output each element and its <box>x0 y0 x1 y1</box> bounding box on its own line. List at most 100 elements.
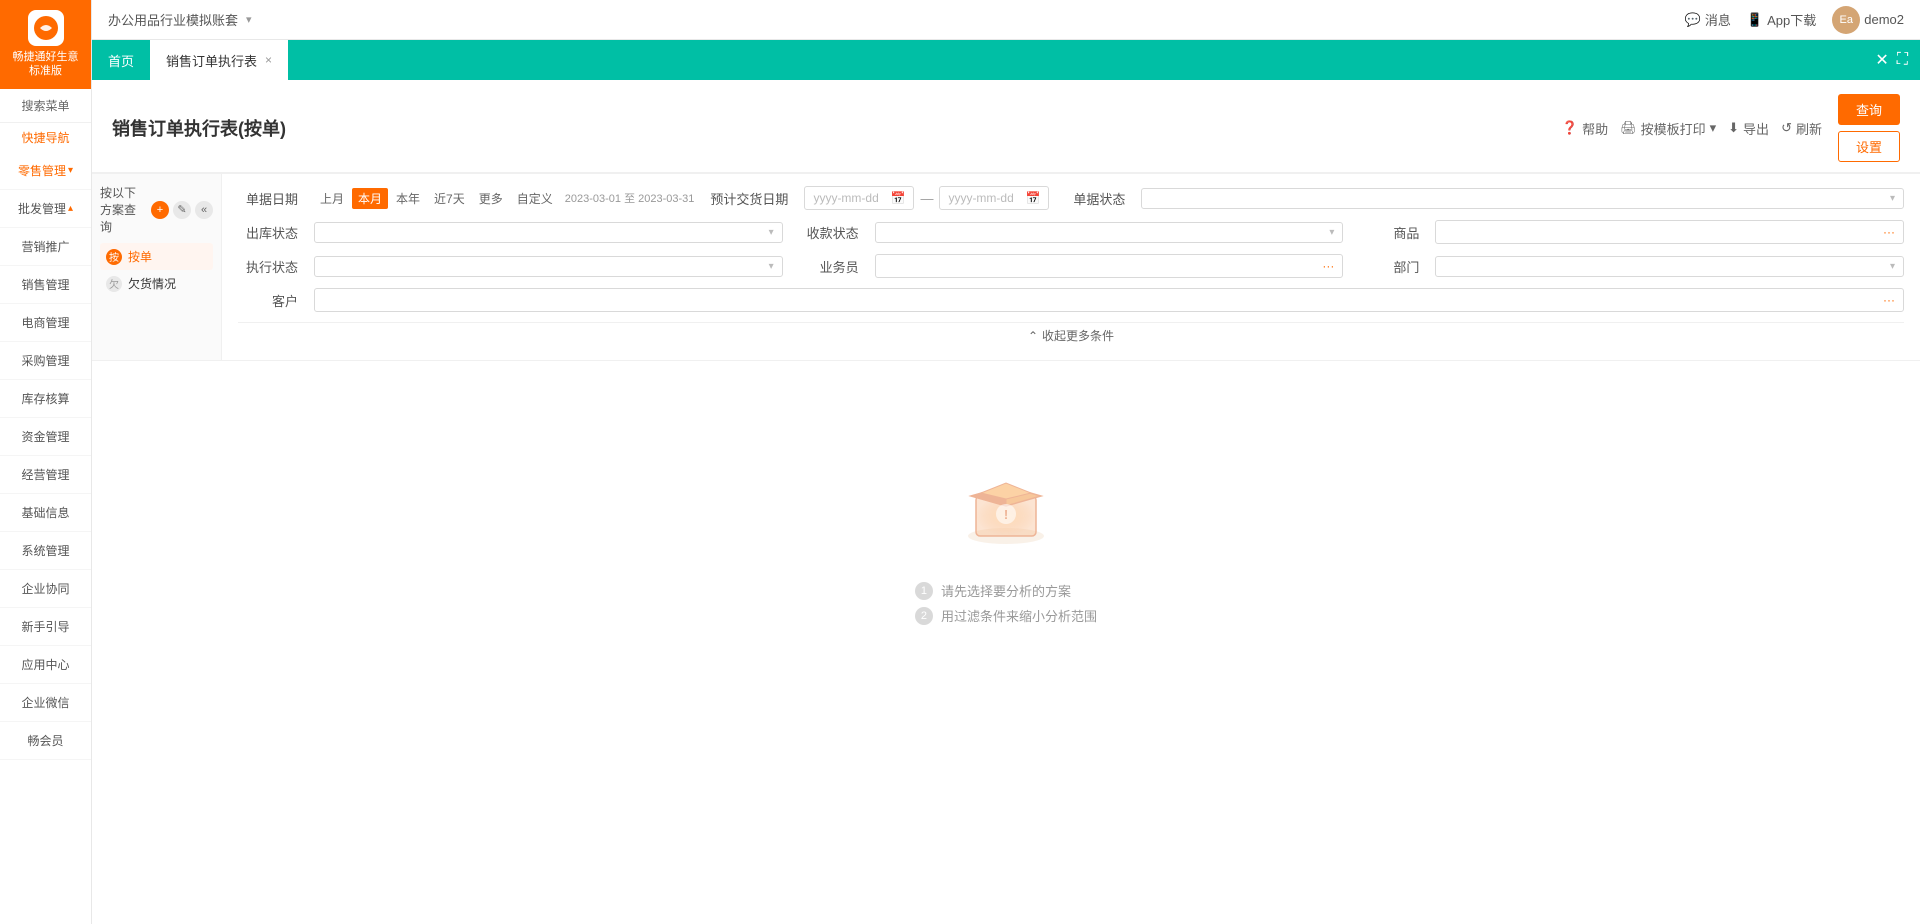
refresh-icon: ↺ <box>1781 120 1792 136</box>
sidebar-item-appstore[interactable]: 应用中心 <box>0 646 91 684</box>
tab-home[interactable]: 首页 <box>92 40 150 80</box>
page-inner: 销售订单执行表(按单) ❓ 帮助 🖨 按模板打印 ▾ ⬇ <box>92 80 1920 924</box>
doc-status-select[interactable]: ▾ <box>1141 188 1904 209</box>
expected-date-start[interactable]: yyyy-mm-dd 📅 <box>804 186 914 210</box>
message-label: 消息 <box>1705 10 1731 29</box>
filter-row-2: 出库状态 ▾ 收款状态 ▾ 商品 ··· <box>238 220 1904 244</box>
breadcrumb-text: 办公用品行业模拟账套 <box>108 10 238 29</box>
empty-step-1: 1 请先选择要分析的方案 <box>915 581 1097 600</box>
dept-select[interactable]: ▾ <box>1435 256 1904 277</box>
quick-nav[interactable]: 快捷导航 <box>0 123 91 152</box>
app-name: 畅捷通好生意 <box>13 50 79 64</box>
username-label: demo2 <box>1864 12 1904 27</box>
avatar-text: Ea <box>1840 14 1853 26</box>
sidebar-item-finance[interactable]: 资金管理 <box>0 418 91 456</box>
app-download-button[interactable]: 📱 App下载 <box>1747 10 1816 29</box>
customer-input[interactable]: ··· <box>314 288 1904 312</box>
step1-label: 请先选择要分析的方案 <box>941 581 1071 600</box>
date-tabs-group: 上月 本月 本年 近7天 更多 自定义 2023-03-01 至 2023-03… <box>314 188 694 209</box>
goods-input[interactable]: ··· <box>1435 220 1904 244</box>
scheme-item-label-按单: 按单 <box>128 248 152 265</box>
salesperson-input[interactable]: ··· <box>875 254 1344 278</box>
sidebar-item-system[interactable]: 系统管理 <box>0 532 91 570</box>
sidebar-item-newbie[interactable]: 新手引导 <box>0 608 91 646</box>
sidebar-item-ecommerce[interactable]: 电商管理 <box>0 304 91 342</box>
collapse-button[interactable]: ⌃ 收起更多条件 <box>238 322 1904 348</box>
query-button[interactable]: 查询 <box>1838 94 1900 125</box>
filter-row-4: 客户 ··· <box>238 288 1904 312</box>
step2-label: 用过滤条件来缩小分析范围 <box>941 606 1097 625</box>
tab-bar-window-actions: ✕ ⛶ <box>1863 50 1920 70</box>
sidebar-item-enterprise[interactable]: 企业协同 <box>0 570 91 608</box>
date-tab-7days[interactable]: 近7天 <box>428 188 471 209</box>
date-tab-this-month[interactable]: 本月 <box>352 188 388 209</box>
sidebar-item-wholesale[interactable]: 批发管理 ▴ <box>0 190 91 228</box>
svg-text:!: ! <box>1004 507 1008 522</box>
sidebar-item-marketing[interactable]: 营销推广 <box>0 228 91 266</box>
expected-date-end[interactable]: yyyy-mm-dd 📅 <box>939 186 1049 210</box>
print-button[interactable]: 🖨 按模板打印 ▾ <box>1620 119 1716 138</box>
date-tab-this-year[interactable]: 本年 <box>390 188 426 209</box>
delivery-select[interactable]: ▾ <box>314 222 783 243</box>
app-download-label: App下载 <box>1767 10 1816 29</box>
empty-illustration: ! <box>946 441 1066 561</box>
sidebar-search[interactable]: 搜索菜单 <box>0 89 91 123</box>
query-actions: 查询 设置 <box>1838 94 1900 162</box>
export-button[interactable]: ⬇ 导出 <box>1728 119 1769 138</box>
date-tab-more[interactable]: 更多 <box>473 188 509 209</box>
tab-active-label: 销售订单执行表 <box>166 51 257 70</box>
header-right-actions: 💬 消息 📱 App下载 Ea demo2 <box>1685 6 1904 34</box>
sidebar-item-sales[interactable]: 销售管理 <box>0 266 91 304</box>
date-tab-last-month[interactable]: 上月 <box>314 188 350 209</box>
message-button[interactable]: 💬 消息 <box>1685 10 1731 29</box>
tab-close-icon[interactable]: × <box>265 53 272 67</box>
scheme-active-icon: 按 <box>106 249 122 265</box>
sidebar-item-member[interactable]: 畅会员 <box>0 722 91 760</box>
exec-label: 执行状态 <box>238 257 298 276</box>
breadcrumb-area: 办公用品行业模拟账套 ▾ <box>108 10 252 29</box>
empty-steps: 1 请先选择要分析的方案 2 用过滤条件来缩小分析范围 <box>915 581 1097 631</box>
main-area: 办公用品行业模拟账套 ▾ 💬 消息 📱 App下载 Ea demo2 首页 <box>92 0 1920 924</box>
help-button[interactable]: ❓ 帮助 <box>1562 119 1608 138</box>
print-dropdown-icon[interactable]: ▾ <box>1710 120 1717 136</box>
empty-step-2: 2 用过滤条件来缩小分析范围 <box>915 606 1097 625</box>
filter-row-1: 单据日期 上月 本月 本年 近7天 更多 自定义 2023-03-01 至 20… <box>238 186 1904 210</box>
quick-nav-label: 快捷导航 <box>21 131 69 145</box>
payment-select[interactable]: ▾ <box>875 222 1344 243</box>
window-close-button[interactable]: ✕ <box>1875 50 1888 70</box>
sidebar-item-purchase[interactable]: 采购管理 <box>0 342 91 380</box>
sidebar-item-retail[interactable]: 零售管理 ▾ <box>0 152 91 190</box>
scheme-item-欠货[interactable]: 欠 欠货情况 <box>100 270 213 297</box>
date-label: 单据日期 <box>238 189 298 208</box>
date-tab-custom[interactable]: 自定义 <box>511 188 559 209</box>
window-maximize-button[interactable]: ⛶ <box>1897 51 1908 69</box>
dept-label: 部门 <box>1359 257 1419 276</box>
sidebar-menu: 零售管理 ▾ 批发管理 ▴ 营销推广 销售管理 电商管理 采购管理 库存核算 资… <box>0 152 91 924</box>
app-download-icon: 📱 <box>1747 12 1763 28</box>
search-panel: 按以下方案查询 + ✎ « 按 按单 欠 欠货情况 <box>92 174 1920 360</box>
step1-num: 1 <box>915 582 933 600</box>
message-icon: 💬 <box>1685 12 1701 28</box>
page-header-actions: ❓ 帮助 🖨 按模板打印 ▾ ⬇ 导出 ↺ <box>1562 119 1822 138</box>
scheme-header: 按以下方案查询 + ✎ « <box>100 184 213 235</box>
breadcrumb-dropdown-icon[interactable]: ▾ <box>246 13 252 26</box>
payment-label: 收款状态 <box>799 223 859 242</box>
scheme-collapse-button[interactable]: « <box>195 201 213 219</box>
user-avatar: Ea <box>1832 6 1860 34</box>
user-menu[interactable]: Ea demo2 <box>1832 6 1904 34</box>
collapse-label: 收起更多条件 <box>1042 327 1114 344</box>
refresh-button[interactable]: ↺ 刷新 <box>1781 119 1822 138</box>
exec-select[interactable]: ▾ <box>314 256 783 277</box>
tab-active[interactable]: 销售订单执行表 × <box>150 40 288 80</box>
sidebar-item-inventory[interactable]: 库存核算 <box>0 380 91 418</box>
salesperson-label: 业务员 <box>799 257 859 276</box>
filter-row-3: 执行状态 ▾ 业务员 ··· 部门 ▾ <box>238 254 1904 278</box>
scheme-edit-button[interactable]: ✎ <box>173 201 191 219</box>
scheme-add-button[interactable]: + <box>151 201 169 219</box>
sidebar-item-wechat[interactable]: 企业微信 <box>0 684 91 722</box>
setting-button[interactable]: 设置 <box>1838 131 1900 162</box>
sidebar-item-basic[interactable]: 基础信息 <box>0 494 91 532</box>
sidebar-item-operations[interactable]: 经营管理 <box>0 456 91 494</box>
scheme-item-按单[interactable]: 按 按单 <box>100 243 213 270</box>
expected-date-label: 预计交货日期 <box>710 189 788 208</box>
